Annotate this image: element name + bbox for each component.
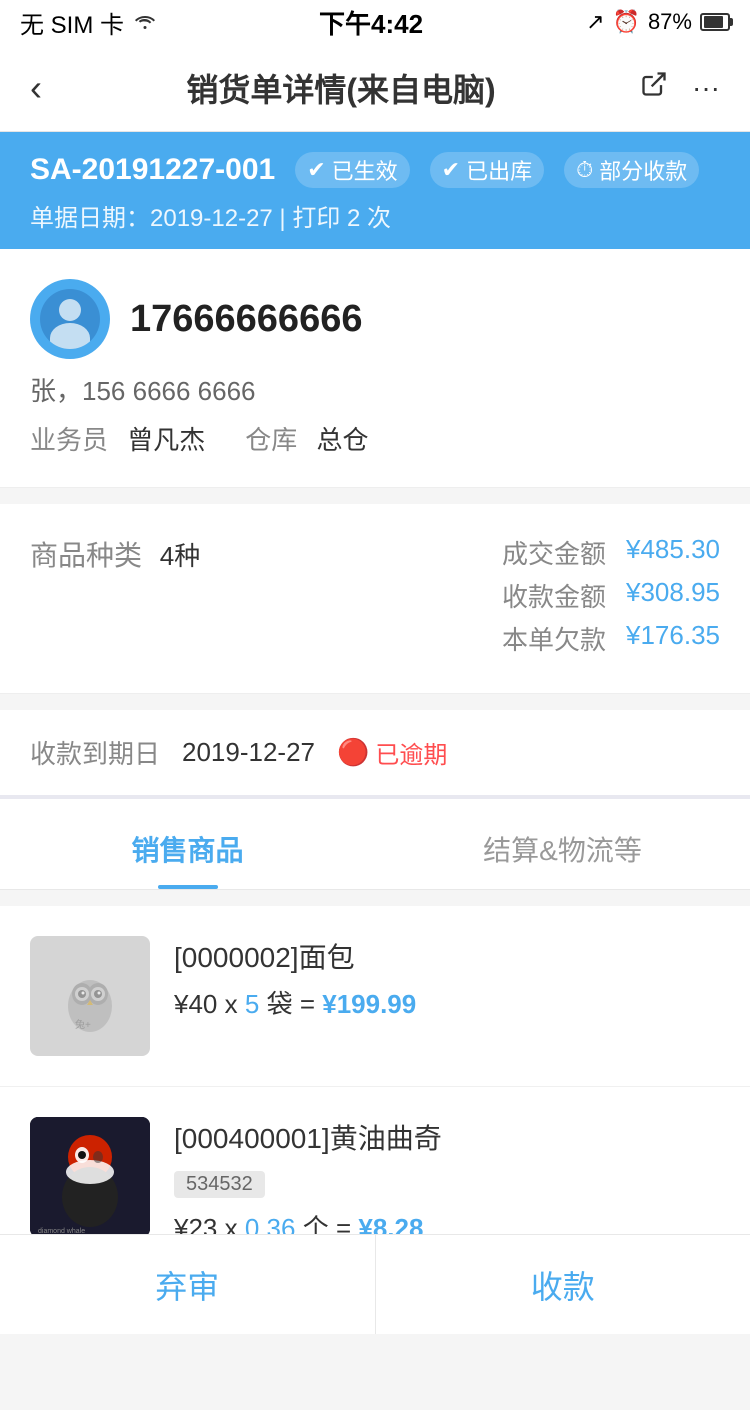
clock-icon: ⏱ — [576, 157, 593, 183]
svg-text:兔+: 兔+ — [75, 1018, 91, 1031]
summary-right: 成交金额 ¥485.30 收款金额 ¥308.95 本单欠款 ¥176.35 — [502, 534, 720, 663]
overdue-date: 2019-12-27 — [182, 737, 315, 768]
wifi-icon — [134, 8, 156, 36]
transaction-label: 成交金额 — [502, 534, 606, 571]
tab-sales-products-label: 销售商品 — [131, 835, 243, 866]
warehouse-value: 总仓 — [317, 425, 369, 455]
summary-row: 商品种类 4种 成交金额 ¥485.30 收款金额 ¥308.95 本单欠款 ¥… — [30, 534, 720, 663]
product-name-1: [000400001]黄油曲奇 — [174, 1117, 720, 1157]
overdue-text: 已逾期 — [375, 735, 447, 770]
product-list: 兔+ [0000002]面包 ¥40 x 5 袋 = ¥199.99 — [0, 906, 750, 1276]
customer-phone: 17666666666 — [130, 298, 362, 341]
order-meta: 单据日期：2019-12-27 | 打印 2 次 — [30, 198, 720, 233]
customer-name: 张，156 6666 6666 — [30, 371, 720, 408]
product-price-0: ¥40 x 5 袋 = ¥199.99 — [174, 984, 720, 1021]
overdue-section: 收款到期日 2019-12-27 🔴 已逾期 — [0, 710, 750, 799]
order-id: SA-20191227-001 — [30, 153, 275, 187]
overdue-badge: 🔴 已逾期 — [337, 735, 447, 770]
battery-icon — [700, 13, 730, 31]
payment-amount: ¥308.95 — [626, 577, 720, 614]
share-icon[interactable] — [640, 70, 668, 105]
salesperson-value: 曾凡杰 — [127, 425, 205, 455]
transaction-row: 成交金额 ¥485.30 — [502, 534, 720, 571]
nav-actions: ··· — [640, 70, 720, 105]
overdue-label: 收款到期日 — [30, 734, 160, 771]
debt-amount: ¥176.35 — [626, 620, 720, 657]
status-bar: 无 SIM 卡 下午4:42 ↗ ⏰ 87% — [0, 0, 750, 44]
warehouse-label: 仓库 — [245, 425, 297, 455]
product-tag-1: 534532 — [174, 1171, 265, 1198]
payment-label: 收款 — [531, 1262, 595, 1308]
status-bar-right: ↗ ⏰ 87% — [586, 9, 730, 35]
product-qty-0: 5 — [245, 989, 259, 1019]
salesperson-label: 业务员 — [30, 425, 108, 455]
tab-settlement[interactable]: 结算&物流等 — [375, 799, 750, 889]
product-thumbnail-0: 兔+ — [30, 936, 150, 1056]
customer-section: 17666666666 张，156 6666 6666 业务员 曾凡杰 仓库 总… — [0, 249, 750, 488]
reject-audit-button[interactable]: 弃审 — [0, 1235, 376, 1334]
payment-row: 收款金额 ¥308.95 — [502, 577, 720, 614]
alarm-icon: ⏰ — [613, 9, 640, 35]
bottom-bar: 弃审 收款 — [0, 1234, 750, 1334]
debt-row: 本单欠款 ¥176.35 — [502, 620, 720, 657]
status-bar-left: 无 SIM 卡 — [20, 5, 156, 40]
reject-audit-label: 弃审 — [155, 1262, 219, 1308]
customer-top: 17666666666 — [30, 279, 720, 359]
tab-settlement-label: 结算&物流等 — [483, 835, 642, 866]
list-item: 兔+ [0000002]面包 ¥40 x 5 袋 = ¥199.99 — [0, 906, 750, 1087]
product-total-0: ¥199.99 — [322, 989, 416, 1019]
badge-shipped: ✔ 已出库 — [430, 152, 544, 188]
back-button[interactable]: ‹ — [30, 67, 42, 109]
battery-level: 87% — [648, 9, 692, 35]
overdue-dot-icon: 🔴 — [337, 737, 369, 768]
payment-button[interactable]: 收款 — [376, 1235, 750, 1334]
product-info-0: [0000002]面包 ¥40 x 5 袋 = ¥199.99 — [174, 936, 720, 1021]
order-header: SA-20191227-001 ✔ 已生效 ✔ 已出库 ⏱ 部分收款 单据日期：… — [0, 132, 750, 249]
location-icon: ↗ — [586, 9, 604, 35]
nav-bar: ‹ 销货单详情(来自电脑) ··· — [0, 44, 750, 132]
product-info-1: [000400001]黄油曲奇 534532 ¥23 x 0.36 个 = ¥8… — [174, 1117, 720, 1245]
payment-label: 收款金额 — [502, 577, 606, 614]
check-icon: ✔ — [307, 157, 325, 183]
order-header-top: SA-20191227-001 ✔ 已生效 ✔ 已出库 ⏱ 部分收款 — [30, 152, 720, 188]
summary-left: 商品种类 4种 — [30, 534, 200, 574]
category-label: 商品种类 — [30, 540, 142, 571]
customer-row: 业务员 曾凡杰 仓库 总仓 — [30, 420, 720, 457]
category-count: 4种 — [160, 541, 200, 571]
transaction-amount: ¥485.30 — [626, 534, 720, 571]
status-time: 下午4:42 — [319, 4, 423, 41]
product-thumbnail-1: diamond whale — [30, 1117, 150, 1237]
avatar — [30, 279, 110, 359]
page-title: 销货单详情(来自电脑) — [186, 65, 495, 111]
summary-section: 商品种类 4种 成交金额 ¥485.30 收款金额 ¥308.95 本单欠款 ¥… — [0, 504, 750, 694]
product-name-0: [0000002]面包 — [174, 936, 720, 976]
badge-partial: ⏱ 部分收款 — [564, 152, 699, 188]
check-icon-2: ✔ — [442, 157, 460, 183]
tabs: 销售商品 结算&物流等 — [0, 799, 750, 890]
more-icon[interactable]: ··· — [692, 72, 720, 104]
badge-effected: ✔ 已生效 — [295, 152, 409, 188]
tab-sales-products[interactable]: 销售商品 — [0, 799, 375, 889]
debt-label: 本单欠款 — [502, 620, 606, 657]
carrier-text: 无 SIM 卡 — [20, 5, 124, 40]
